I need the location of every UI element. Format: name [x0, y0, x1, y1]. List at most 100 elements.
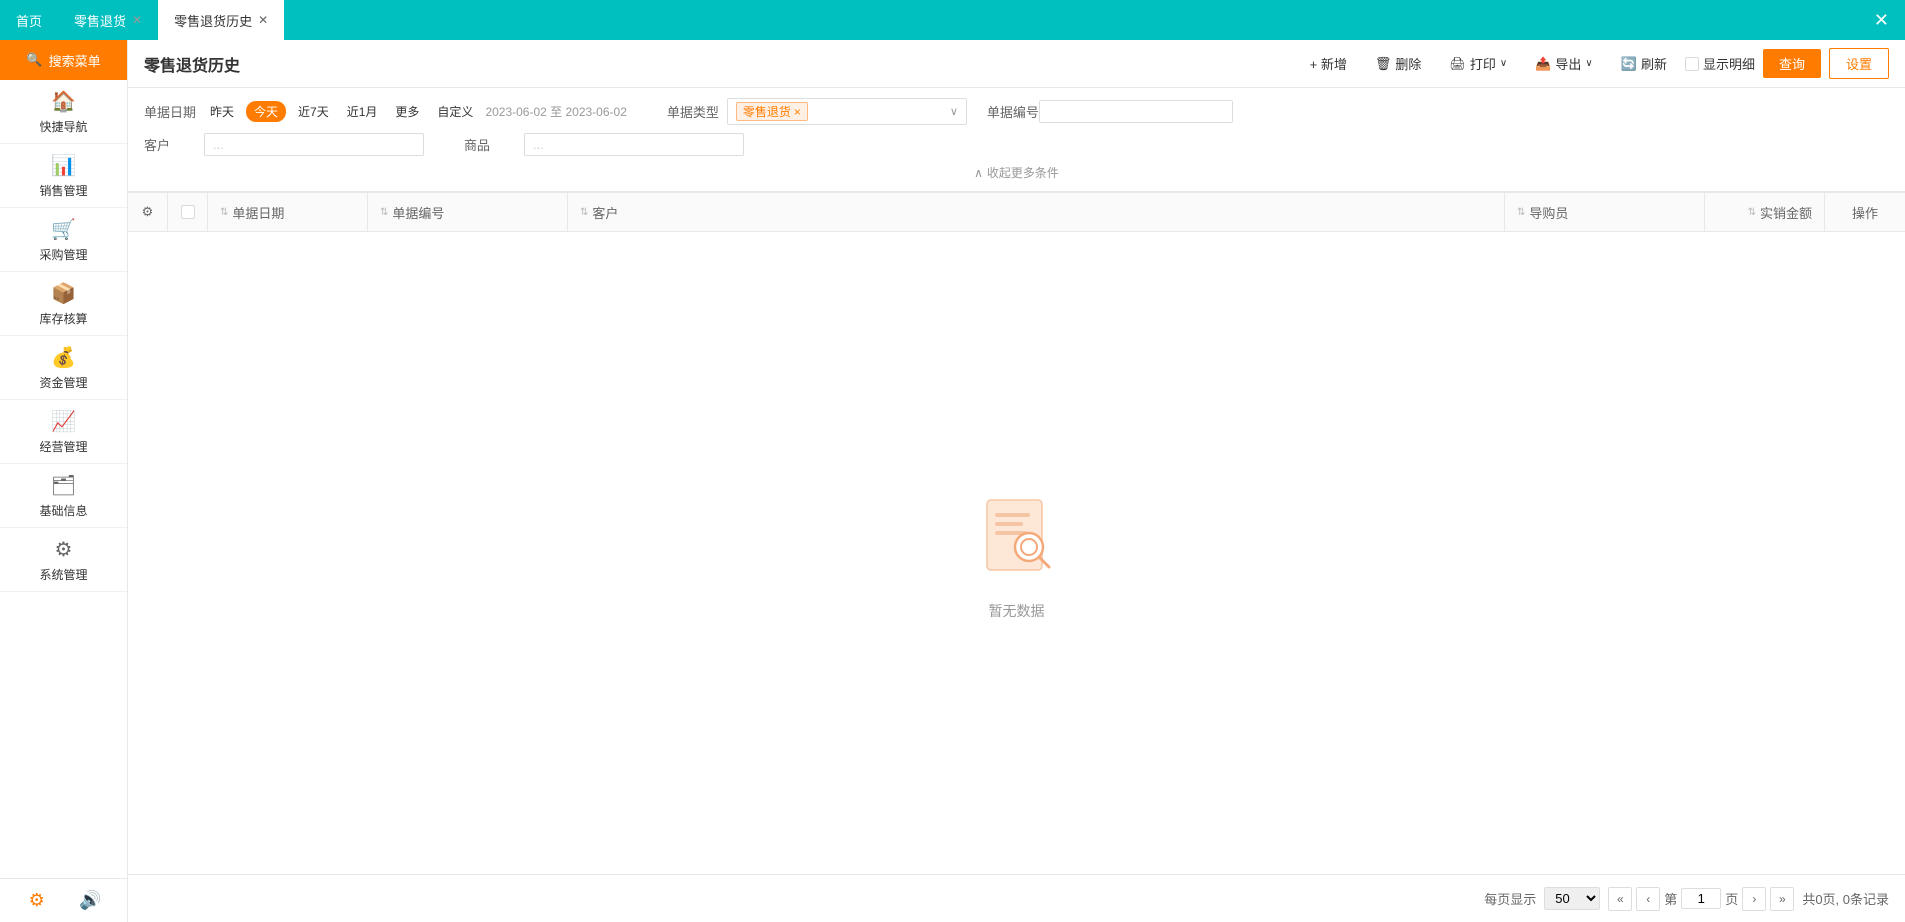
- th-settings[interactable]: ⚙: [128, 193, 168, 231]
- select-all-checkbox[interactable]: [181, 205, 195, 219]
- display-detail-checkbox: 显示明细: [1685, 54, 1755, 73]
- type-label: 单据类型: [667, 102, 727, 121]
- refresh-label: 刷新: [1641, 54, 1667, 73]
- first-page-button[interactable]: «: [1608, 887, 1632, 911]
- date-more[interactable]: 更多: [389, 101, 425, 122]
- th-check[interactable]: [168, 193, 208, 231]
- th-date-label: 单据日期: [232, 203, 284, 222]
- new-button[interactable]: + 新增: [1300, 50, 1357, 77]
- settings-bottom-icon[interactable]: ⚙: [22, 886, 52, 916]
- delete-button[interactable]: 🗑 删除: [1365, 50, 1432, 77]
- filter-row-1: 单据日期 昨天 今天 近7天 近1月 更多 自定义 2023-06-02 至 2…: [144, 98, 1889, 125]
- sidebar-item-purchase-label: 采购管理: [39, 246, 87, 263]
- id-input[interactable]: [1039, 100, 1233, 123]
- page-input[interactable]: [1681, 888, 1721, 909]
- th-customer-label: 客户: [592, 203, 618, 222]
- prev-page-button[interactable]: ‹: [1636, 887, 1660, 911]
- sidebar-item-sales[interactable]: 📊 销售管理: [0, 144, 127, 208]
- query-button[interactable]: 查询: [1763, 49, 1821, 78]
- sidebar-search-label: 搜索菜单: [49, 51, 101, 70]
- page-nav: « ‹ 第 页 › »: [1608, 887, 1794, 911]
- th-customer-sort: ⇅: [580, 207, 588, 218]
- sidebar-item-finance-label: 资金管理: [39, 374, 87, 391]
- last-page-button[interactable]: »: [1770, 887, 1794, 911]
- date-custom[interactable]: 自定义: [431, 101, 479, 122]
- print-button[interactable]: 🖨 打印 ∨: [1439, 50, 1517, 77]
- sidebar-item-sales-label: 销售管理: [39, 182, 87, 199]
- goods-input[interactable]: ...: [524, 133, 744, 156]
- th-date-sort: ⇅: [220, 207, 228, 218]
- tab-retail-return-label: 零售退货: [74, 11, 126, 30]
- th-id-label: 单据编号: [392, 203, 444, 222]
- sidebar-item-inventory[interactable]: 📦 库存核算: [0, 272, 127, 336]
- customer-placeholder: ...: [213, 137, 224, 152]
- sidebar-item-nav-label: 快捷导航: [39, 118, 87, 135]
- main-layout: 🔍 搜索菜单 🏠 快捷导航 📊 销售管理 🛒 采购管理 📦 库存核算 💰: [0, 40, 1905, 922]
- tab-retail-history-close[interactable]: ✕: [258, 13, 268, 27]
- per-page-label: 每页显示: [1484, 889, 1536, 908]
- empty-illustration: [967, 485, 1067, 585]
- sidebar-item-purchase[interactable]: 🛒 采购管理: [0, 208, 127, 272]
- audio-icon[interactable]: 🔊: [75, 886, 105, 916]
- date-range-display: 2023-06-02 至 2023-06-02: [485, 103, 626, 120]
- filter-area: 单据日期 昨天 今天 近7天 近1月 更多 自定义 2023-06-02 至 2…: [128, 88, 1905, 192]
- pagination: 每页显示 50 10 20 100 « ‹ 第 页 › » 共0页, 0条记录: [128, 874, 1905, 922]
- topbar: 首页 零售退货 ✕ 零售退货历史 ✕ ✕: [0, 0, 1905, 40]
- th-id: ⇅ 单据编号: [368, 193, 568, 231]
- tab-retail-return-close[interactable]: ✕: [132, 13, 142, 27]
- tab-home[interactable]: 首页: [0, 0, 58, 40]
- type-tag: 零售退货 ×: [736, 102, 808, 121]
- inventory-icon: 📦: [51, 281, 76, 306]
- nav-icon: 🏠: [51, 89, 76, 114]
- settings-button[interactable]: 设置: [1829, 48, 1889, 79]
- tab-retail-return[interactable]: 零售退货 ✕: [58, 0, 158, 40]
- refresh-button[interactable]: 🔄 刷新: [1611, 50, 1677, 77]
- sidebar-item-finance[interactable]: 💰 资金管理: [0, 336, 127, 400]
- th-date: ⇅ 单据日期: [208, 193, 368, 231]
- sidebar-item-basic[interactable]: 🗂 基础信息: [0, 464, 127, 528]
- date-yesterday[interactable]: 昨天: [204, 101, 240, 122]
- th-guide-label: 导购员: [1529, 203, 1568, 222]
- customer-input[interactable]: ...: [204, 133, 424, 156]
- tab-retail-history-label: 零售退货历史: [174, 11, 252, 30]
- print-arrow: ∨: [1500, 58, 1507, 69]
- topbar-close[interactable]: ✕: [1874, 10, 1905, 31]
- per-page-select[interactable]: 50 10 20 100: [1544, 887, 1600, 910]
- tab-retail-history[interactable]: 零售退货历史 ✕: [158, 0, 284, 40]
- date-7days[interactable]: 近7天: [292, 101, 335, 122]
- sidebar-item-operations[interactable]: 📈 经营管理: [0, 400, 127, 464]
- empty-state: 暂无数据: [128, 232, 1905, 874]
- tab-home-label: 首页: [16, 11, 42, 30]
- sidebar-item-system[interactable]: ⚙ 系统管理: [0, 528, 127, 592]
- th-actions: 操作: [1825, 193, 1905, 231]
- sidebar-search[interactable]: 🔍 搜索菜单: [0, 40, 127, 80]
- print-label: 打印: [1470, 54, 1496, 73]
- collapse-label: 收起更多条件: [987, 164, 1059, 181]
- purchase-icon: 🛒: [51, 217, 76, 242]
- th-actions-label: 操作: [1852, 203, 1878, 222]
- type-select[interactable]: 零售退货 × ∨: [727, 98, 967, 125]
- sidebar-item-system-label: 系统管理: [39, 566, 87, 583]
- th-guide: ⇅ 导购员: [1505, 193, 1705, 231]
- filter-dates: 昨天 今天 近7天 近1月 更多 自定义 2023-06-02 至 2023-0…: [204, 101, 627, 122]
- detail-checkbox[interactable]: [1685, 57, 1699, 71]
- page-summary: 共0页, 0条记录: [1802, 889, 1889, 908]
- export-icon: 📤: [1535, 56, 1551, 72]
- date-1month[interactable]: 近1月: [341, 101, 384, 122]
- empty-text: 暂无数据: [989, 601, 1045, 621]
- delete-label: 删除: [1395, 54, 1421, 73]
- refresh-icon: 🔄: [1621, 56, 1637, 72]
- type-tag-close[interactable]: ×: [794, 105, 801, 119]
- th-id-sort: ⇅: [380, 207, 388, 218]
- column-settings-icon: ⚙: [142, 204, 154, 220]
- tab-list: 首页 零售退货 ✕ 零售退货历史 ✕: [0, 0, 1874, 40]
- collapse-button[interactable]: ∧ 收起更多条件: [974, 164, 1059, 181]
- export-button[interactable]: 📤 导出 ∨: [1525, 50, 1603, 77]
- content-area: 零售退货历史 + 新增 🗑 删除 🖨 打印 ∨ 📤 导出 ∨: [128, 40, 1905, 922]
- date-today[interactable]: 今天: [246, 101, 286, 122]
- next-page-button[interactable]: ›: [1742, 887, 1766, 911]
- collapse-icon: ∧: [974, 166, 983, 180]
- system-icon: ⚙: [55, 537, 73, 562]
- sidebar-item-nav[interactable]: 🏠 快捷导航: [0, 80, 127, 144]
- date-label: 单据日期: [144, 102, 204, 121]
